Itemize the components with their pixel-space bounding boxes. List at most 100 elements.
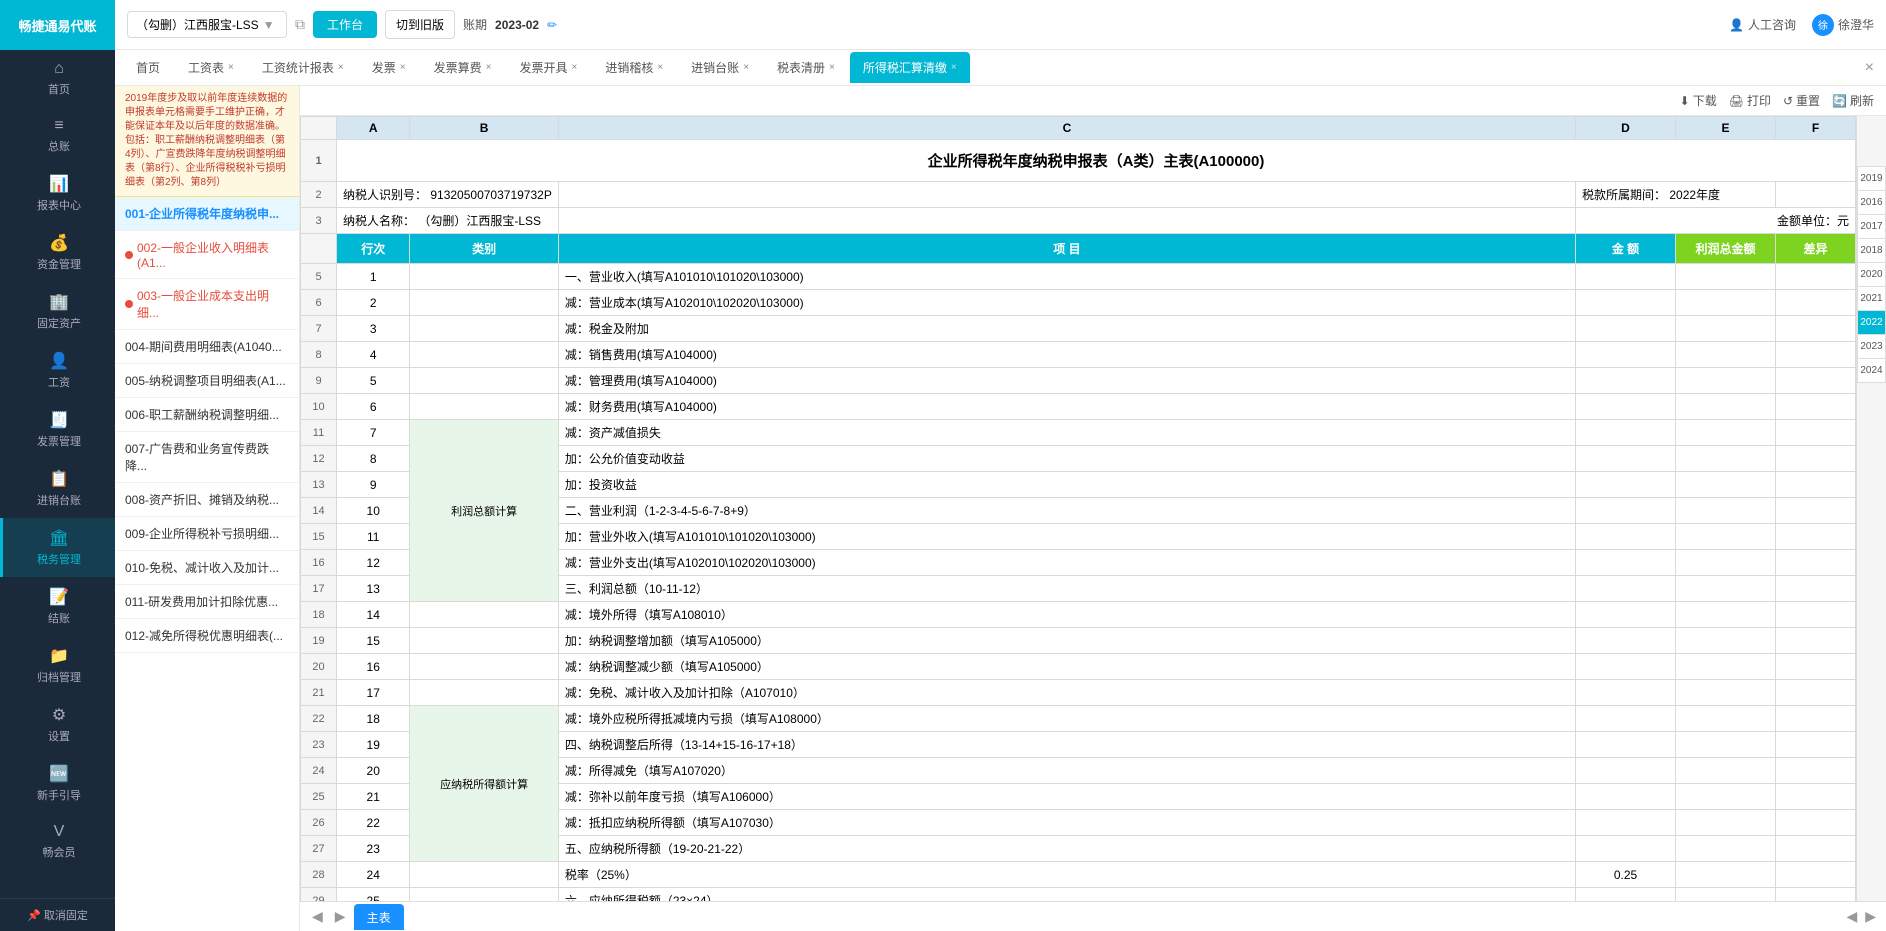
scroll-left-button[interactable]: ◀ [1844, 908, 1859, 925]
year-2018[interactable]: 2018 [1857, 238, 1886, 262]
tab-payroll-close[interactable]: × [228, 62, 234, 73]
table-row: 19 15 加：纳税调整增加额（填写A105000） [301, 628, 1856, 654]
unpin-button[interactable]: 📌 取消固定 [0, 898, 115, 931]
year-sidebar: 2019 2016 2017 2018 2020 2021 2022 2023 … [1856, 116, 1886, 901]
workbench-button[interactable]: 工作台 [313, 11, 377, 38]
sidebar-item-label: 进销台账 [37, 492, 81, 508]
table-row: 7 3 减：税金及附加 [301, 316, 1856, 342]
list-item-008[interactable]: 008-资产折旧、摊销及纳税... [115, 483, 299, 517]
copy-icon[interactable]: ⧉ [295, 16, 305, 33]
tab-payroll-stats-label: 工资统计报表 [262, 59, 334, 76]
tab-invoice-calc-close[interactable]: × [486, 62, 492, 73]
sidebar-item-label: 报表中心 [37, 197, 81, 213]
member-icon: V [54, 823, 65, 841]
year-2016[interactable]: 2016 [1857, 190, 1886, 214]
tab-tax-settlement-close[interactable]: × [951, 62, 957, 73]
scroll-right-button[interactable]: ▶ [1863, 908, 1878, 925]
year-2019[interactable]: 2019 [1857, 166, 1886, 190]
table-row-title: 1 企业所得税年度纳税申报表（A类）主表(A100000) [301, 140, 1856, 182]
list-item-label: 012-减免所得税优惠明细表(... [125, 627, 283, 644]
sidebar-item-ledger[interactable]: ≡ 总账 [0, 107, 115, 164]
tab-tax-list[interactable]: 税表清册 × [764, 52, 848, 83]
tab-invoice-issue-close[interactable]: × [571, 62, 577, 73]
main-table: A B C D E F 1 企业所 [300, 116, 1856, 901]
tab-sales-audit-close[interactable]: × [657, 62, 663, 73]
sidebar-item-label: 工资 [48, 374, 70, 390]
company-selector[interactable]: （勾删）江西服宝-LSS ▼ [127, 11, 287, 38]
table-container[interactable]: A B C D E F 1 企业所 [300, 116, 1856, 901]
list-item-001[interactable]: 001-企业所得税年度纳税申... [115, 197, 299, 231]
list-item-009[interactable]: 009-企业所得税补亏损明细... [115, 517, 299, 551]
list-item-010[interactable]: 010-免税、减计收入及加计... [115, 551, 299, 585]
tab-invoice-calc[interactable]: 发票算费 × [421, 52, 505, 83]
list-item-004[interactable]: 004-期间费用明细表(A1040... [115, 330, 299, 364]
year-2021[interactable]: 2021 [1857, 286, 1886, 310]
refresh-button[interactable]: 🔄 刷新 [1832, 92, 1874, 109]
list-item-005[interactable]: 005-纳税调整项目明细表(A1... [115, 364, 299, 398]
list-item-007[interactable]: 007-广告费和业务宣传费跌降... [115, 432, 299, 483]
year-2020[interactable]: 2020 [1857, 262, 1886, 286]
sidebar-item-assets[interactable]: 🏢 固定资产 [0, 282, 115, 341]
sidebar-item-payroll[interactable]: 👤 工资 [0, 341, 115, 400]
sidebar-item-funds[interactable]: 💰 资金管理 [0, 223, 115, 282]
tab-payroll-stats-close[interactable]: × [338, 62, 344, 73]
list-item-003[interactable]: 003-一般企业成本支出明细... [115, 279, 299, 330]
sidebar-item-reports[interactable]: 📊 报表中心 [0, 164, 115, 223]
reset-button[interactable]: ↺ 重置 [1783, 92, 1820, 109]
download-label: 下载 [1693, 92, 1717, 109]
download-button[interactable]: ⬇ 下载 [1680, 92, 1717, 109]
sidebar-item-invoice[interactable]: 🧾 发票管理 [0, 400, 115, 459]
col-c-header: 项 目 [558, 234, 1575, 264]
tab-payroll[interactable]: 工资表 × [175, 52, 247, 83]
tab-invoice-close[interactable]: × [400, 62, 406, 73]
sidebar-item-label: 归档管理 [37, 669, 81, 685]
dropdown-icon: ▼ [263, 18, 275, 32]
toolbar: ⬇ 下载 🖨 打印 ↺ 重置 🔄 刷新 [300, 86, 1886, 116]
sidebar-item-label: 资金管理 [37, 256, 81, 272]
sheet-nav-left[interactable]: ◀ [308, 908, 327, 925]
year-2024[interactable]: 2024 [1857, 358, 1886, 383]
tab-invoice[interactable]: 发票 × [359, 52, 419, 83]
sidebar-item-member[interactable]: V 畅会员 [0, 813, 115, 870]
list-item-012[interactable]: 012-减免所得税优惠明细表(... [115, 619, 299, 653]
tab-trade-ledger-close[interactable]: × [743, 62, 749, 73]
list-item-002[interactable]: 002-一般企业收入明细表(A1... [115, 231, 299, 279]
table-row: 5 1 一、营业收入(填写A101010\101020\103000) [301, 264, 1856, 290]
tab-sales-audit[interactable]: 进销稽核 × [592, 52, 676, 83]
tab-tax-settlement[interactable]: 所得税汇算清缴 × [850, 52, 970, 83]
user-profile[interactable]: 徐 徐澄华 [1812, 14, 1874, 36]
year-2022[interactable]: 2022 [1857, 310, 1886, 334]
list-item-011[interactable]: 011-研发费用加计扣除优惠... [115, 585, 299, 619]
sidebar-item-home[interactable]: ⌂ 首页 [0, 50, 115, 107]
tab-invoice-issue[interactable]: 发票开具 × [506, 52, 590, 83]
sidebar-item-guide[interactable]: 🆕 新手引导 [0, 754, 115, 813]
sheet-tab-main[interactable]: 主表 [354, 904, 404, 930]
table-row: 10 6 减：财务费用(填写A104000) [301, 394, 1856, 420]
sidebar-item-label: 畅会员 [43, 844, 76, 860]
tab-tax-list-close[interactable]: × [829, 62, 835, 73]
list-item-006[interactable]: 006-职工薪酬纳税调整明细... [115, 398, 299, 432]
sidebar-item-label: 首页 [48, 81, 70, 97]
support-label: 人工咨询 [1748, 16, 1796, 33]
sidebar-item-closing[interactable]: 📝 结账 [0, 577, 115, 636]
col-e-header: 利润总金额 [1676, 234, 1776, 264]
year-2023[interactable]: 2023 [1857, 334, 1886, 358]
close-all-tabs-button[interactable]: × [1861, 59, 1878, 77]
table-row: 9 5 减：管理费用(填写A104000) [301, 368, 1856, 394]
tab-trade-ledger-label: 进销台账 [691, 59, 739, 76]
sidebar-item-archive[interactable]: 📁 归档管理 [0, 636, 115, 695]
sidebar-item-tax[interactable]: 🏛 税务管理 [0, 518, 115, 577]
year-2017[interactable]: 2017 [1857, 214, 1886, 238]
tab-payroll-stats[interactable]: 工资统计报表 × [249, 52, 357, 83]
tab-home[interactable]: 首页 [123, 52, 173, 83]
sheet-nav-right[interactable]: ▶ [331, 908, 350, 925]
sidebar-item-trade-ledger[interactable]: 📋 进销台账 [0, 459, 115, 518]
edit-period-icon[interactable]: ✏ [547, 18, 557, 32]
sidebar-item-settings[interactable]: ⚙ 设置 [0, 695, 115, 754]
support-button[interactable]: 👤 人工咨询 [1729, 16, 1796, 33]
tab-trade-ledger[interactable]: 进销台账 × [678, 52, 762, 83]
switch-button[interactable]: 切到旧版 [385, 10, 455, 39]
table-row-2: 2 纳税人识别号： 91320500703719732P 税款所属期间： 202… [301, 182, 1856, 208]
col-a-header: 行次 [337, 234, 410, 264]
print-button[interactable]: 🖨 打印 [1729, 92, 1771, 109]
